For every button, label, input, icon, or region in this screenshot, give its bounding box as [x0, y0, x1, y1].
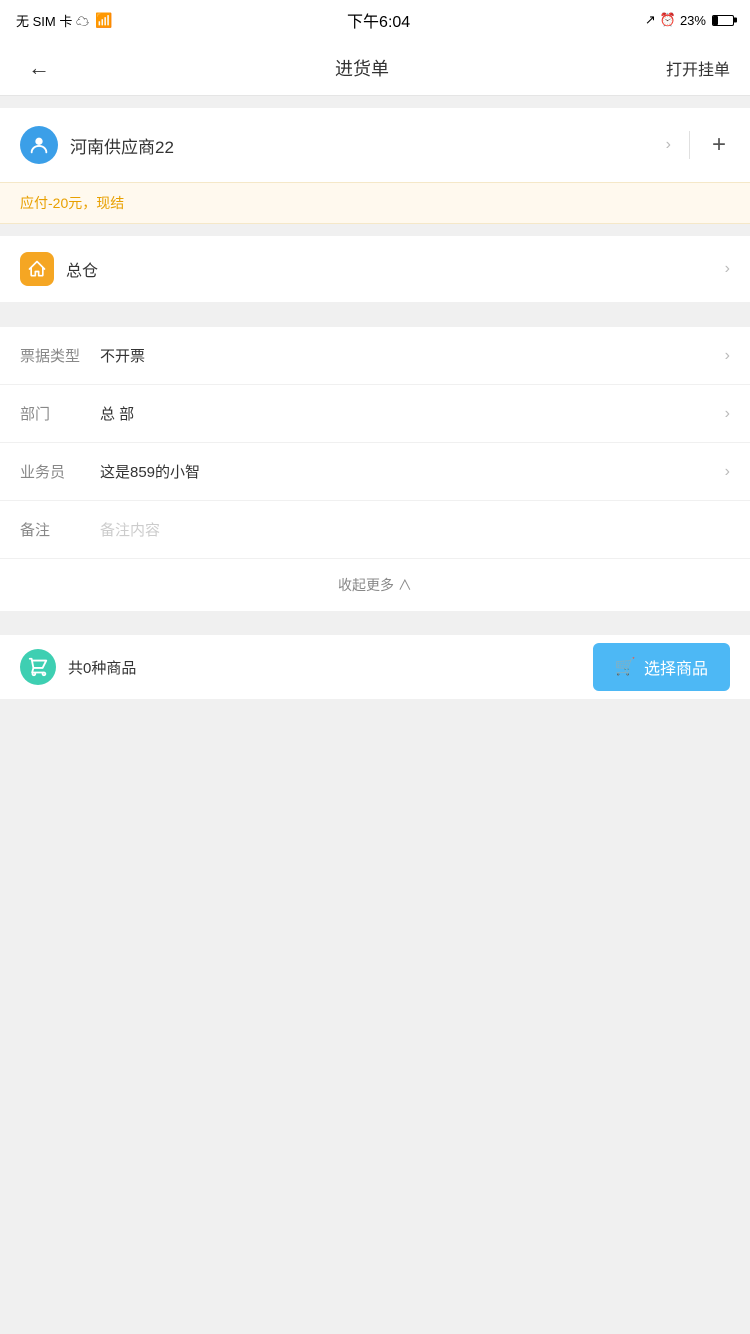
select-product-label: 选择商品: [644, 655, 708, 679]
supplier-chevron-icon: ›: [666, 136, 671, 154]
product-count: 共0种商品: [68, 657, 593, 678]
battery-fill: [713, 16, 718, 25]
department-label: 部门: [20, 403, 100, 424]
invoice-type-chevron-icon: ›: [725, 347, 730, 365]
open-pending-button[interactable]: 打开挂单: [666, 56, 730, 80]
divider-4: [0, 611, 750, 623]
warehouse-icon: [20, 252, 54, 286]
back-button[interactable]: ←: [20, 51, 58, 85]
sim-label: 无 SIM 卡 ☁: [16, 11, 89, 30]
nav-bar: ← 进货单 打开挂单: [0, 40, 750, 96]
warehouse-row[interactable]: 总仓 ›: [0, 236, 750, 303]
battery-tip: [734, 18, 737, 23]
battery-indicator: [712, 15, 734, 26]
salesperson-row[interactable]: 业务员 这是859的小智 ›: [0, 443, 750, 501]
notice-text: 应付-20元，现结: [20, 195, 124, 211]
battery-percent: 23%: [680, 13, 706, 28]
user-icon: [28, 134, 50, 156]
divider-1: [0, 96, 750, 108]
warehouse-chevron-icon: ›: [725, 260, 730, 278]
select-product-button[interactable]: 🛒 选择商品: [593, 643, 730, 691]
department-value: 总 部: [100, 403, 717, 424]
alarm-icon: ⏰: [660, 12, 676, 28]
wifi-icon: 📶: [95, 12, 112, 29]
invoice-type-row[interactable]: 票据类型 不开票 ›: [0, 327, 750, 385]
select-product-icon: 🛒: [615, 657, 636, 677]
background-fill: [0, 699, 750, 999]
salesperson-value: 这是859的小智: [100, 461, 717, 482]
add-supplier-button[interactable]: +: [708, 127, 730, 163]
remark-label: 备注: [20, 519, 100, 540]
page-title: 进货单: [335, 55, 389, 81]
status-bar: 无 SIM 卡 ☁ 📶 下午6:04 ↗ ⏰ 23%: [0, 0, 750, 40]
supplier-avatar: [20, 126, 58, 164]
remark-row[interactable]: 备注 备注内容: [0, 501, 750, 558]
salesperson-label: 业务员: [20, 461, 100, 482]
department-row[interactable]: 部门 总 部 ›: [0, 385, 750, 443]
supplier-row[interactable]: 河南供应商22 ›: [20, 108, 671, 182]
home-icon: [27, 259, 47, 279]
collapse-button[interactable]: 收起更多 ∧: [0, 558, 750, 611]
location-icon: ↗: [645, 12, 656, 28]
cart-icon: [27, 656, 49, 678]
collapse-label: 收起更多 ∧: [338, 577, 412, 593]
salesperson-chevron-icon: ›: [725, 463, 730, 481]
invoice-type-value: 不开票: [100, 345, 717, 366]
warehouse-name: 总仓: [66, 257, 717, 281]
remark-value: 备注内容: [100, 519, 730, 540]
status-time: 下午6:04: [347, 8, 410, 32]
product-icon: [20, 649, 56, 685]
divider-2: [0, 224, 750, 236]
status-right: ↗ ⏰ 23%: [645, 12, 734, 28]
status-left: 无 SIM 卡 ☁ 📶: [16, 11, 112, 30]
notice-banner: 应付-20元，现结: [0, 182, 750, 224]
invoice-type-label: 票据类型: [20, 345, 100, 366]
divider-3: [0, 303, 750, 315]
supplier-section: 河南供应商22 › +: [0, 108, 750, 182]
department-chevron-icon: ›: [725, 405, 730, 423]
supplier-divider: [689, 131, 690, 159]
supplier-name: 河南供应商22: [70, 133, 658, 158]
bottom-section: 共0种商品 🛒 选择商品: [0, 635, 750, 699]
form-section: 票据类型 不开票 › 部门 总 部 › 业务员 这是859的小智 › 备注 备注…: [0, 327, 750, 558]
